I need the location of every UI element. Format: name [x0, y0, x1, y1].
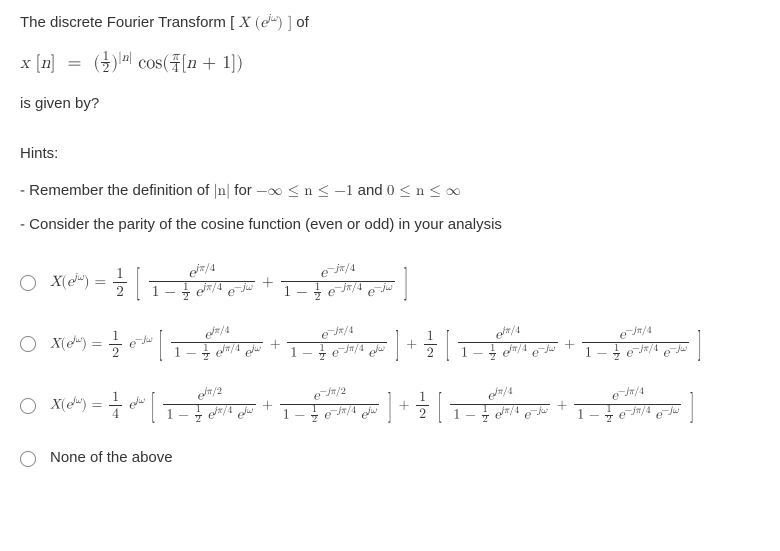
- radio-icon[interactable]: [20, 275, 36, 291]
- option-1-math: X(ejω) = 12 [ ejπ/4 1 − 12 ejπ/4 e−jω + …: [50, 263, 410, 303]
- option-4[interactable]: None of the above: [20, 447, 760, 470]
- question-line-3: is given by?: [20, 93, 760, 116]
- radio-icon[interactable]: [20, 336, 36, 352]
- radio-icon[interactable]: [20, 451, 36, 467]
- radio-icon[interactable]: [20, 398, 36, 414]
- options-group: X(ejω) = 12 [ ejπ/4 1 − 12 ejπ/4 e−jω + …: [20, 263, 760, 470]
- q1-post: of: [296, 14, 309, 31]
- option-2-math: X(ejω) = 12 e−jω [ ejπ/4 1 − 12 ejπ/4 ej…: [50, 325, 704, 364]
- question-formula: x [n] = (12)|n| cos(π4[n + 1]): [20, 49, 760, 77]
- hint-2: - Consider the parity of the cosine func…: [20, 214, 760, 237]
- q1-pre: The discrete Fourier Transform [: [20, 14, 234, 31]
- hint-1: - Remember the definition of |n| for −∞ …: [20, 180, 760, 203]
- option-4-label: None of the above: [50, 447, 173, 470]
- option-2[interactable]: X(ejω) = 12 e−jω [ ejπ/4 1 − 12 ejπ/4 ej…: [20, 325, 760, 364]
- option-1[interactable]: X(ejω) = 12 [ ejπ/4 1 − 12 ejπ/4 e−jω + …: [20, 263, 760, 303]
- q1-x: X (ejω) ]: [238, 15, 292, 30]
- hints-header: Hints:: [20, 143, 760, 166]
- question-line-1: The discrete Fourier Transform [ X (ejω)…: [20, 12, 760, 35]
- option-3-math: X(ejω) = 14 ejω [ ejπ/2 1 − 12 ejπ/4 ejω…: [50, 386, 696, 425]
- option-3[interactable]: X(ejω) = 14 ejω [ ejπ/2 1 − 12 ejπ/4 ejω…: [20, 386, 760, 425]
